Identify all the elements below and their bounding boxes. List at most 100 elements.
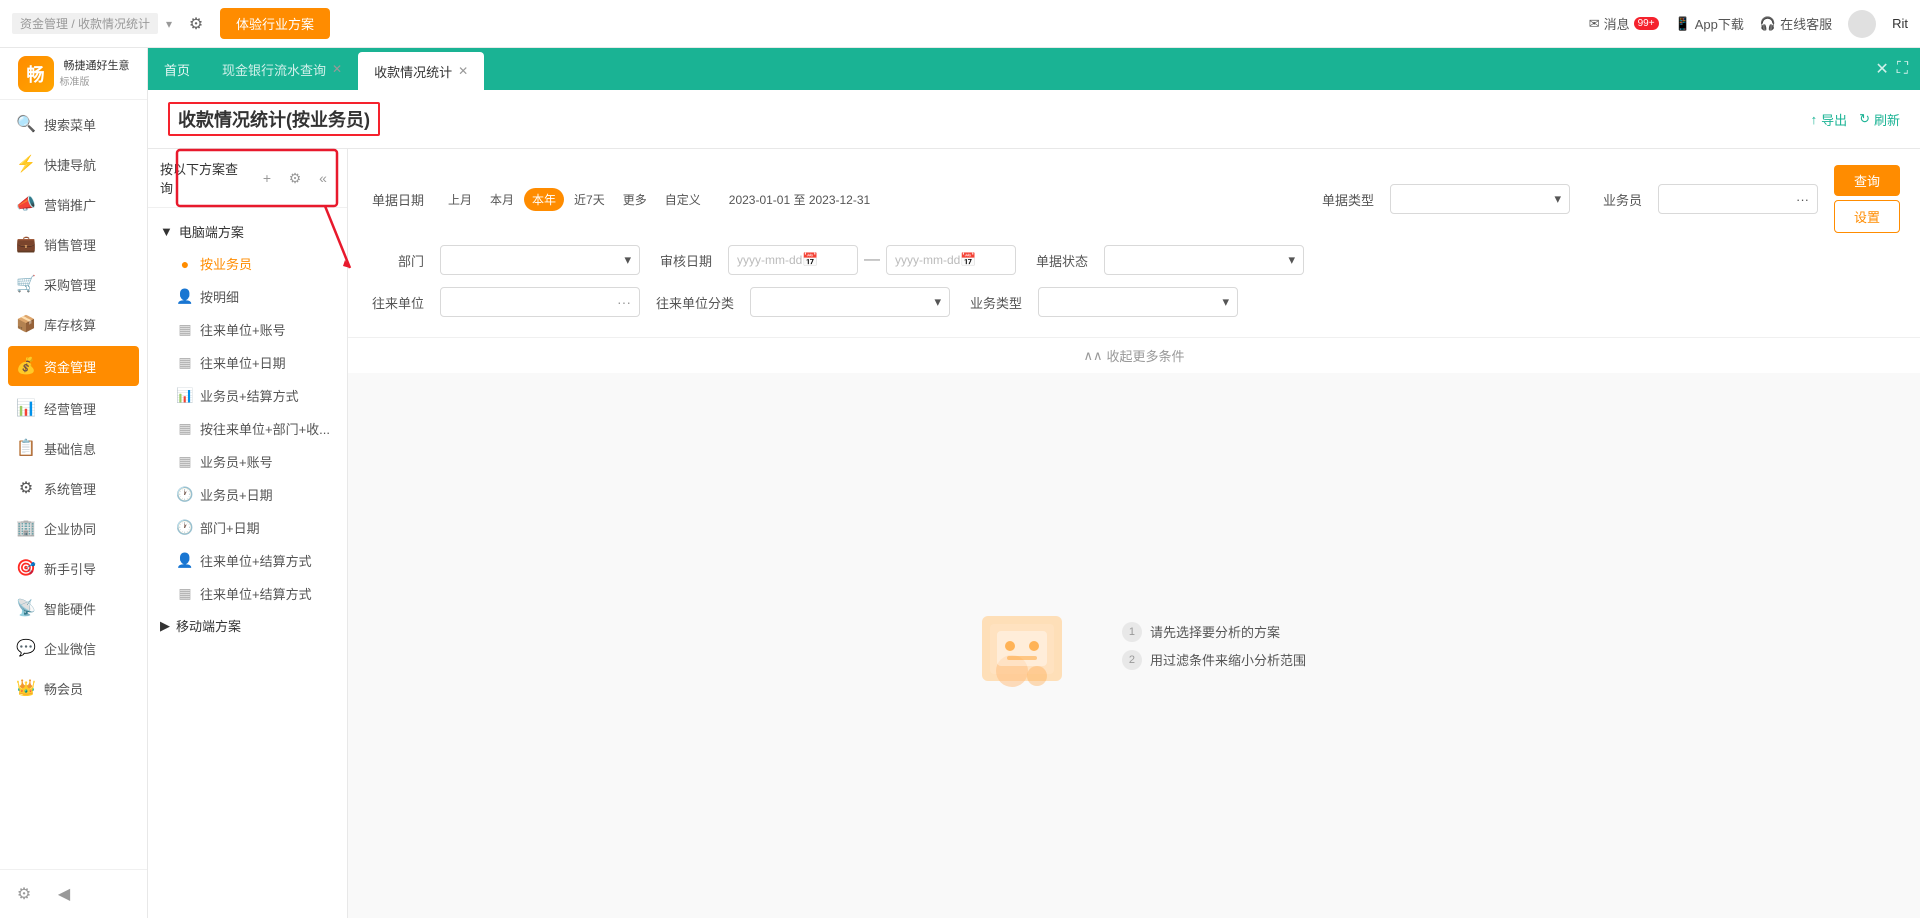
dept-label: 部门 xyxy=(368,251,424,270)
user-avatar[interactable] xyxy=(1848,10,1876,38)
app-download-btn[interactable]: 📱 App下载 xyxy=(1675,14,1744,33)
tab-close-all-icon[interactable]: ✕ xyxy=(1875,59,1888,79)
export-button[interactable]: ↑ 导出 xyxy=(1811,110,1848,129)
dept-chevron: ▾ xyxy=(624,252,631,268)
tab-bank-close[interactable]: ✕ xyxy=(332,62,342,76)
sidebar-label-wechat: 企业微信 xyxy=(44,639,96,658)
tree-item-salesperson-date[interactable]: 🕐 业务员+日期 xyxy=(148,478,347,511)
panel-settings-btn[interactable]: ⚙ xyxy=(283,166,307,190)
online-service-btn[interactable]: 🎧 在线客服 xyxy=(1760,14,1832,33)
tab-home[interactable]: 首页 xyxy=(148,48,206,90)
top-settings-icon[interactable]: ⚙ xyxy=(180,8,212,40)
biz-type-select[interactable]: ▾ xyxy=(1038,287,1238,317)
tab-bar-actions: ✕ ⛶ xyxy=(1875,59,1920,79)
tree-item-party-dept[interactable]: ▦ 按往来单位+部门+收... xyxy=(148,412,347,445)
party-category-label: 往来单位分类 xyxy=(656,293,734,312)
tree-item-salesperson-settle[interactable]: 📊 业务员+结算方式 xyxy=(148,379,347,412)
top-bar-left: 资金管理 / 收款情况统计 ▾ ⚙ 体验行业方案 xyxy=(12,8,1581,40)
sidebar-settings-icon[interactable]: ⚙ xyxy=(8,878,40,910)
calendar-start-icon: 📅 xyxy=(802,252,818,268)
party-category-chevron: ▾ xyxy=(934,294,941,310)
settings-button[interactable]: 设置 xyxy=(1834,200,1900,233)
review-end-placeholder: yyyy-mm-dd xyxy=(895,253,960,267)
tree-item-party-account[interactable]: ▦ 往来单位+账号 xyxy=(148,313,347,346)
tree-group-desktop[interactable]: ▼ 电脑端方案 xyxy=(148,216,347,247)
date-tab-last-month[interactable]: 上月 xyxy=(440,188,480,211)
panel-add-btn[interactable]: + xyxy=(255,166,279,190)
sidebar-item-member[interactable]: 👑 畅会员 xyxy=(0,668,147,708)
tree-mobile-arrow: ▶ xyxy=(160,618,170,634)
panel-collapse-btn[interactable]: « xyxy=(311,166,335,190)
date-tab-7days[interactable]: 近7天 xyxy=(566,188,613,211)
top-bar-right: ✉ 消息 99+ 📱 App下载 🎧 在线客服 Rit xyxy=(1589,10,1908,38)
enterprise-icon: 🏢 xyxy=(16,518,36,538)
sidebar-collapse-icon[interactable]: ◀ xyxy=(48,878,80,910)
date-tab-this-month[interactable]: 本月 xyxy=(482,188,522,211)
doc-type-chevron: ▾ xyxy=(1554,191,1561,207)
sidebar-item-sales[interactable]: 💼 销售管理 xyxy=(0,224,147,264)
message-badge: 99+ xyxy=(1634,17,1659,30)
tree-item-party-settle2[interactable]: ▦ 往来单位+结算方式 xyxy=(148,577,347,610)
date-dash: — xyxy=(864,251,880,269)
tab-maximize-icon[interactable]: ⛶ xyxy=(1897,60,1908,78)
sidebar-item-finance[interactable]: 💰 资金管理 xyxy=(8,346,139,386)
salesperson-select[interactable]: ··· xyxy=(1658,184,1818,214)
tree-item-party-settle1[interactable]: 👤 往来单位+结算方式 xyxy=(148,544,347,577)
sidebar-item-operation[interactable]: 📊 经营管理 xyxy=(0,388,147,428)
sales-icon: 💼 xyxy=(16,234,36,254)
date-tab-this-year[interactable]: 本年 xyxy=(524,188,564,211)
tree-item-salesperson-account[interactable]: ▦ 业务员+账号 xyxy=(148,445,347,478)
sidebar-item-wechat[interactable]: 💬 企业微信 xyxy=(0,628,147,668)
query-button[interactable]: 查询 xyxy=(1834,165,1900,196)
sidebar-item-purchase[interactable]: 🛒 采购管理 xyxy=(0,264,147,304)
tree-item-detail[interactable]: 👤 按明细 xyxy=(148,280,347,313)
doc-status-label: 单据状态 xyxy=(1032,251,1088,270)
trial-button[interactable]: 体验行业方案 xyxy=(220,8,330,39)
refresh-button[interactable]: ↻ 刷新 xyxy=(1859,110,1900,129)
collapse-label: 收起更多条件 xyxy=(1107,346,1185,365)
doc-status-select[interactable]: ▾ xyxy=(1104,245,1304,275)
edition-tag: 标准版 xyxy=(60,73,130,88)
biz-type-label: 业务类型 xyxy=(966,293,1022,312)
tab-receipt[interactable]: 收款情况统计 ✕ xyxy=(358,52,484,90)
sidebar-label-enterprise: 企业协同 xyxy=(44,519,96,538)
party-category-select[interactable]: ▾ xyxy=(750,287,950,317)
sidebar-item-hardware[interactable]: 📡 智能硬件 xyxy=(0,588,147,628)
sidebar-item-enterprise[interactable]: 🏢 企业协同 xyxy=(0,508,147,548)
tree-item-dept-date[interactable]: 🕐 部门+日期 xyxy=(148,511,347,544)
panel-header-icons: + ⚙ « xyxy=(255,166,335,190)
date-tab-more[interactable]: 更多 xyxy=(615,188,655,211)
sidebar-item-guide[interactable]: 🎯 新手引导 xyxy=(0,548,147,588)
sidebar-item-system[interactable]: ⚙ 系统管理 xyxy=(0,468,147,508)
dept-select[interactable]: ▾ xyxy=(440,245,640,275)
search-icon: 🔍 xyxy=(16,114,36,134)
tree-group-desktop-label: 电脑端方案 xyxy=(179,222,244,241)
message-icon: ✉ xyxy=(1589,16,1600,32)
collapse-bar[interactable]: ∧∧ 收起更多条件 xyxy=(348,337,1920,373)
doc-status-chevron: ▾ xyxy=(1288,252,1295,268)
sidebar-item-marketing[interactable]: 📣 营销推广 xyxy=(0,184,147,224)
doc-type-select[interactable]: ▾ xyxy=(1390,184,1570,214)
sidebar-label-finance: 资金管理 xyxy=(44,357,96,376)
filter-area: 单据日期 上月 本月 本年 近7天 更多 自定义 2023-01-01 至 20… xyxy=(348,149,1920,337)
tree-item-party-settle1-label: 往来单位+结算方式 xyxy=(200,551,312,570)
date-tab-custom[interactable]: 自定义 xyxy=(657,188,709,211)
review-date-start[interactable]: yyyy-mm-dd 📅 xyxy=(728,245,858,275)
body-with-panel: 按以下方案查询 + ⚙ « ▼ 电脑端方案 xyxy=(148,149,1920,918)
tree-group-mobile[interactable]: ▶ 移动端方案 xyxy=(148,610,347,641)
sidebar-label-basic: 基础信息 xyxy=(44,439,96,458)
party-select[interactable]: ··· xyxy=(440,287,640,317)
tab-bank[interactable]: 现金银行流水查询 ✕ xyxy=(206,48,358,90)
tab-receipt-close[interactable]: ✕ xyxy=(458,64,468,78)
message-btn[interactable]: ✉ 消息 99+ xyxy=(1589,14,1659,33)
empty-step-2: 2 用过滤条件来缩小分析范围 xyxy=(1122,650,1306,670)
review-date-end[interactable]: yyyy-mm-dd 📅 xyxy=(886,245,1016,275)
tree-item-salesperson[interactable]: ● 按业务员 xyxy=(148,247,347,280)
step-1-num: 1 xyxy=(1122,622,1142,642)
sidebar-item-inventory[interactable]: 📦 库存核算 xyxy=(0,304,147,344)
sidebar-item-search[interactable]: 🔍 搜索菜单 xyxy=(0,104,147,144)
sidebar-item-basic[interactable]: 📋 基础信息 xyxy=(0,428,147,468)
tree-item-party-date-label: 往来单位+日期 xyxy=(200,353,286,372)
sidebar-item-quick[interactable]: ⚡ 快捷导航 xyxy=(0,144,147,184)
tree-item-party-date[interactable]: ▦ 往来单位+日期 xyxy=(148,346,347,379)
